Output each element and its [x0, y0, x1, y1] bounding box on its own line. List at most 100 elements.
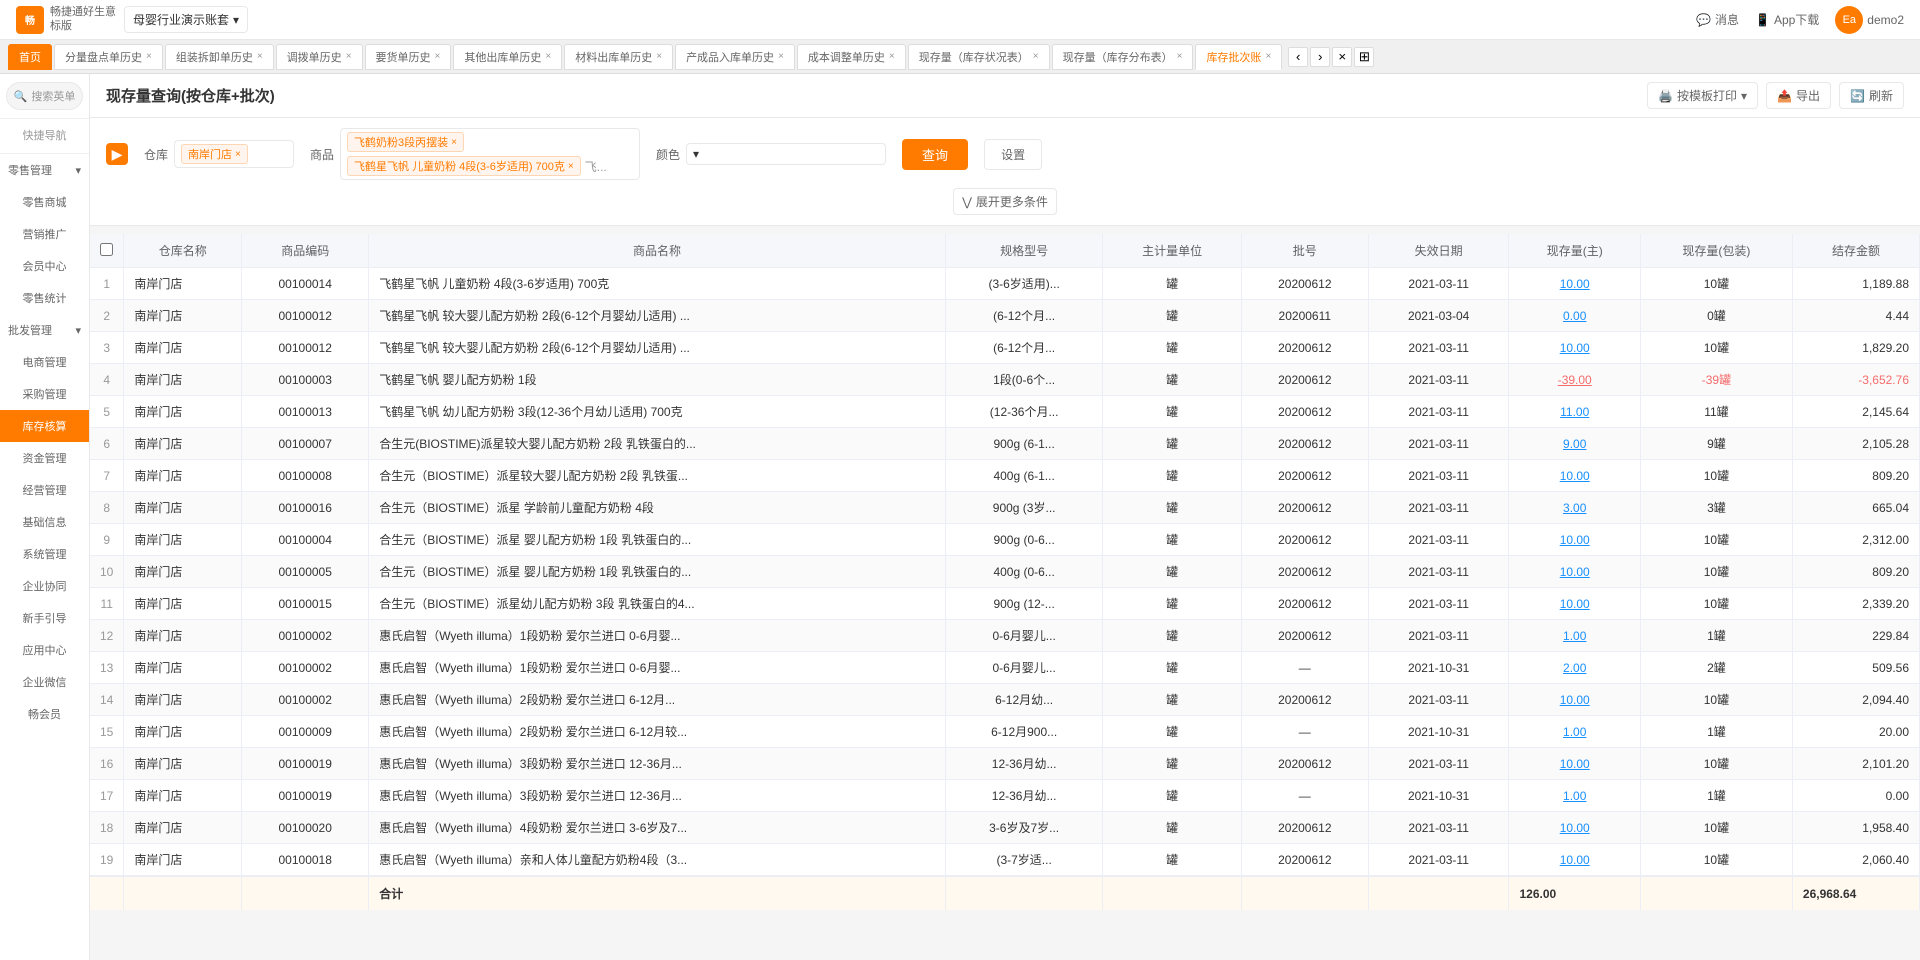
expand-filter-button[interactable]: ▶ [106, 143, 128, 165]
cell-qty-main-17[interactable]: 10.00 [1509, 812, 1640, 844]
tab-other-out[interactable]: 其他出库单历史× [453, 44, 562, 70]
tab-batch-bill[interactable]: 库存批次账× [1195, 44, 1282, 70]
table-row: 10 南岸门店 00100005 合生元（BIOSTIME）派星 婴儿配方奶粉 … [90, 556, 1920, 588]
sidebar-item-retail-stats[interactable]: 零售统计 [0, 282, 89, 314]
tab-close-dismantle[interactable]: × [257, 51, 263, 62]
cell-unit-8: 罐 [1103, 524, 1241, 556]
sidebar-item-retail-mgmt[interactable]: 零售管理▾ [0, 154, 89, 186]
cell-qty-main-18[interactable]: 10.00 [1509, 844, 1640, 877]
cell-qty-main-11[interactable]: 1.00 [1509, 620, 1640, 652]
sidebar-item-system[interactable]: 系统管理 [0, 538, 89, 570]
cell-unit-17: 罐 [1103, 812, 1241, 844]
tab-close-transfer[interactable]: × [346, 51, 352, 62]
tab-requisition[interactable]: 要货单历史× [365, 44, 452, 70]
tab-stock-dist[interactable]: 现存量（库存分布表）× [1052, 44, 1194, 70]
user-area[interactable]: Ea demo2 [1835, 6, 1904, 34]
sidebar-item-retail-shop[interactable]: 零售商城 [0, 186, 89, 218]
cell-code-6: 00100008 [242, 460, 369, 492]
cell-batch-15: 20200612 [1241, 748, 1368, 780]
cell-qty-main-0[interactable]: 10.00 [1509, 268, 1640, 300]
sidebar-item-finance[interactable]: 资金管理 [0, 442, 89, 474]
sidebar-item-basic-info[interactable]: 基础信息 [0, 506, 89, 538]
tabs-next-button[interactable]: › [1310, 47, 1330, 67]
tab-close-cost-adjust[interactable]: × [889, 51, 895, 62]
cell-expire-5: 2021-03-11 [1368, 428, 1509, 460]
cell-qty-main-4[interactable]: 11.00 [1509, 396, 1640, 428]
tab-material-out[interactable]: 材料出库单历史× [564, 44, 673, 70]
sidebar-item-purchase[interactable]: 采购管理 [0, 378, 89, 410]
org-selector[interactable]: 母婴行业演示账套 ▾ [124, 6, 248, 33]
sidebar-item-wholesale[interactable]: 批发管理▾ [0, 314, 89, 346]
cell-qty-main-12[interactable]: 2.00 [1509, 652, 1640, 684]
cell-qty-main-15[interactable]: 10.00 [1509, 748, 1640, 780]
cell-qty-main-7[interactable]: 3.00 [1509, 492, 1640, 524]
cell-checkbox-13: 14 [90, 684, 124, 716]
product-tag-0-close[interactable]: × [451, 137, 457, 148]
tab-close-material-out[interactable]: × [656, 51, 662, 62]
sidebar-item-ecommerce[interactable]: 电商管理 [0, 346, 89, 378]
cell-spec-16: 12-36月幼... [945, 780, 1103, 812]
product-tag-1-close[interactable]: × [568, 161, 574, 172]
search-button[interactable]: 🔍 搜索英单 [6, 82, 83, 110]
refresh-button[interactable]: 🔄 刷新 [1839, 82, 1904, 109]
tab-close-requisition[interactable]: × [435, 51, 441, 62]
tabs-menu-button[interactable]: ⊞ [1354, 47, 1374, 67]
tab-close-split-count[interactable]: × [146, 51, 152, 62]
tabs-prev-button[interactable]: ‹ [1288, 47, 1308, 67]
sidebar-item-enterprise[interactable]: 企业协同 [0, 570, 89, 602]
tab-close-stock-dist[interactable]: × [1177, 51, 1183, 62]
tab-stock-status[interactable]: 现存量（库存状况表）× [908, 44, 1050, 70]
tab-dismantle[interactable]: 组装拆卸单历史× [165, 44, 274, 70]
cell-qty-main-8[interactable]: 10.00 [1509, 524, 1640, 556]
cell-expire-10: 2021-03-11 [1368, 588, 1509, 620]
select-all-checkbox[interactable] [100, 243, 113, 256]
sidebar-item-inventory[interactable]: 库存核算 [0, 410, 89, 442]
warehouse-tag-close[interactable]: × [235, 149, 241, 160]
tab-close-batch-bill[interactable]: × [1265, 51, 1271, 62]
print-button[interactable]: 🖨️ 按模板打印 ▾ [1647, 82, 1758, 109]
tab-home[interactable]: 首页 [8, 44, 52, 70]
app-download-action[interactable]: 📱 App下载 [1755, 11, 1819, 28]
sidebar-item-app-center[interactable]: 应用中心 [0, 634, 89, 666]
tab-close-stock-status[interactable]: × [1033, 51, 1039, 62]
sidebar-item-new-guide[interactable]: 新手引导 [0, 602, 89, 634]
message-action[interactable]: 💬 消息 [1696, 11, 1739, 28]
tab-split-count[interactable]: 分量盘点单历史× [54, 44, 163, 70]
app-icon: 📱 [1755, 13, 1770, 27]
tab-product-in[interactable]: 产成品入库单历史× [675, 44, 795, 70]
cell-qty-main-2[interactable]: 10.00 [1509, 332, 1640, 364]
sidebar-item-member[interactable]: 会员中心 [0, 250, 89, 282]
tab-cost-adjust[interactable]: 成本调整单历史× [797, 44, 906, 70]
product-filter-container[interactable]: 飞鹤奶粉3段丙摆装 × 飞鹤星飞帆 儿童奶粉 4段(3-6岁适用) 700克 ×… [340, 128, 640, 180]
sidebar-item-operations[interactable]: 经营管理 [0, 474, 89, 506]
cell-qty-main-9[interactable]: 10.00 [1509, 556, 1640, 588]
cell-qty-main-10[interactable]: 10.00 [1509, 588, 1640, 620]
cell-qty-main-5[interactable]: 9.00 [1509, 428, 1640, 460]
color-filter-container[interactable]: ▾ [686, 143, 886, 165]
settings-button[interactable]: 设置 [984, 139, 1042, 170]
cell-qty-main-3[interactable]: -39.00 [1509, 364, 1640, 396]
cell-qty-main-13[interactable]: 10.00 [1509, 684, 1640, 716]
warehouse-filter-container[interactable]: 南岸门店 × [174, 140, 294, 168]
tab-close-other-out[interactable]: × [545, 51, 551, 62]
cell-amount-5: 2,105.28 [1792, 428, 1919, 460]
expand-more-button[interactable]: ⋁ 展开更多条件 [953, 188, 1057, 215]
sidebar-item-label-purchase: 采购管理 [4, 386, 85, 402]
cell-qty-pkg-16: 1罐 [1640, 780, 1792, 812]
cell-code-18: 00100018 [242, 844, 369, 877]
cell-qty-main-6[interactable]: 10.00 [1509, 460, 1640, 492]
tab-close-product-in[interactable]: × [778, 51, 784, 62]
cell-qty-main-14[interactable]: 1.00 [1509, 716, 1640, 748]
cell-unit-13: 罐 [1103, 684, 1241, 716]
sidebar-item-member2[interactable]: 畅会员 [0, 698, 89, 730]
sidebar-item-wechat[interactable]: 企业微信 [0, 666, 89, 698]
query-button[interactable]: 查询 [902, 139, 968, 170]
cell-qty-main-16[interactable]: 1.00 [1509, 780, 1640, 812]
cell-warehouse-9: 南岸门店 [124, 556, 242, 588]
tabs-close-button[interactable]: × [1332, 47, 1352, 67]
cell-qty-pkg-7: 3罐 [1640, 492, 1792, 524]
sidebar-item-marketing[interactable]: 营销推广 [0, 218, 89, 250]
export-button[interactable]: 📤 导出 [1766, 82, 1831, 109]
tab-transfer[interactable]: 调拨单历史× [276, 44, 363, 70]
cell-qty-main-1[interactable]: 0.00 [1509, 300, 1640, 332]
